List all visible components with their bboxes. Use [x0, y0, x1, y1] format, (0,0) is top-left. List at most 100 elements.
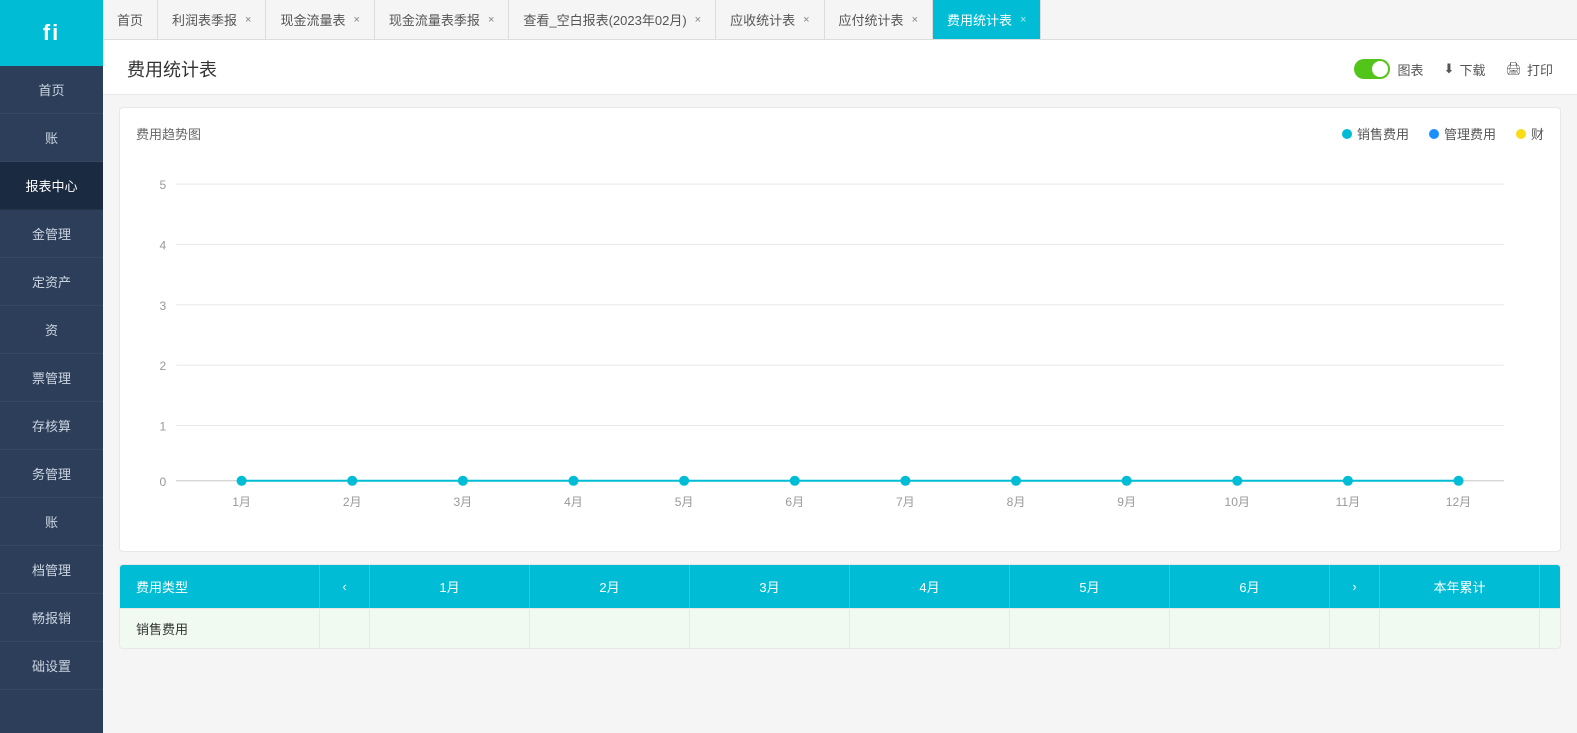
- chart-legend: 销售费用 管理费用 财: [1342, 124, 1544, 143]
- main-content: 首页 利润表季报 × 现金流量表 × 现金流量表季报 × 查看_空白报表(202…: [103, 0, 1577, 733]
- chart-title: 费用趋势图: [136, 124, 201, 143]
- download-icon: ⬇: [1444, 61, 1455, 77]
- td-expense-type: 销售费用: [120, 609, 320, 648]
- print-button[interactable]: 🖨 打印: [1505, 60, 1553, 79]
- svg-text:3: 3: [159, 299, 166, 313]
- tab-expense-stats[interactable]: 费用统计表 ×: [933, 0, 1041, 40]
- th-may: 5月: [1010, 565, 1170, 608]
- svg-text:2月: 2月: [343, 495, 362, 509]
- tab-receivable[interactable]: 应收统计表 ×: [716, 0, 824, 40]
- sidebar-item-cash[interactable]: 金管理: [0, 210, 103, 258]
- svg-text:9月: 9月: [1117, 495, 1136, 509]
- svg-text:7月: 7月: [896, 495, 915, 509]
- close-tab-expense-stats[interactable]: ×: [1020, 14, 1026, 26]
- th-next[interactable]: ›: [1330, 565, 1380, 608]
- td-feb-val: [530, 609, 690, 648]
- tab-payable[interactable]: 应付统计表 ×: [825, 0, 933, 40]
- th-feb: 2月: [530, 565, 690, 608]
- svg-text:10月: 10月: [1225, 495, 1250, 509]
- td-yearly-val: [1380, 609, 1540, 648]
- td-mar-val: [690, 609, 850, 648]
- th-jun: 6月: [1170, 565, 1330, 608]
- svg-text:8月: 8月: [1007, 495, 1026, 509]
- svg-text:1月: 1月: [232, 495, 251, 509]
- legend-label-admin: 管理费用: [1444, 124, 1496, 143]
- legend-dot-sales: [1342, 129, 1352, 139]
- sidebar-item-settings[interactable]: 础设置: [0, 642, 103, 690]
- legend-label-finance: 财: [1531, 124, 1544, 143]
- td-next-val: [1330, 609, 1380, 648]
- sidebar-item-expense[interactable]: 畅报销: [0, 594, 103, 642]
- chart-toggle[interactable]: [1354, 59, 1390, 79]
- close-tab-income-quarter[interactable]: ×: [245, 14, 251, 26]
- th-apr: 4月: [850, 565, 1010, 608]
- svg-text:6月: 6月: [785, 495, 804, 509]
- chart-header: 费用趋势图 销售费用 管理费用 财: [136, 124, 1544, 143]
- th-yearly: 本年累计: [1380, 565, 1540, 608]
- tab-cashflow-quarter[interactable]: 现金流量表季报 ×: [375, 0, 509, 40]
- tab-income-quarter[interactable]: 利润表季报 ×: [158, 0, 266, 40]
- table-header-row: 费用类型 ‹ 1月 2月 3月 4月 5月 6月 › 本年累计: [120, 565, 1560, 608]
- chart-svg: 5 4 3 2 1 0: [136, 155, 1544, 535]
- sidebar: fi 首页 账 报表中心 金管理 定资产 资 票管理 存核算 务管理 账 档管理…: [0, 0, 103, 733]
- svg-text:5月: 5月: [675, 495, 694, 509]
- td-may-val: [1010, 609, 1170, 648]
- svg-text:11月: 11月: [1336, 495, 1361, 509]
- tab-bar: 首页 利润表季报 × 现金流量表 × 现金流量表季报 × 查看_空白报表(202…: [103, 0, 1577, 40]
- svg-text:5: 5: [159, 178, 166, 192]
- svg-text:0: 0: [159, 475, 166, 489]
- legend-sales: 销售费用: [1342, 124, 1409, 143]
- th-expense-type: 费用类型: [120, 565, 320, 608]
- legend-admin: 管理费用: [1429, 124, 1496, 143]
- download-button[interactable]: ⬇ 下载: [1444, 60, 1486, 79]
- sidebar-item-invoice[interactable]: 票管理: [0, 354, 103, 402]
- svg-text:1: 1: [159, 419, 166, 433]
- chart-container: 5 4 3 2 1 0: [136, 155, 1544, 535]
- data-table-section: 费用类型 ‹ 1月 2月 3月 4月 5月 6月 › 本年累计 销售费用: [119, 564, 1561, 649]
- svg-text:12月: 12月: [1446, 495, 1471, 509]
- close-tab-cashflow[interactable]: ×: [353, 14, 359, 26]
- sidebar-logo: fi: [0, 0, 103, 66]
- legend-finance: 财: [1516, 124, 1544, 143]
- th-mar: 3月: [690, 565, 850, 608]
- sidebar-item-ledger[interactable]: 账: [0, 498, 103, 546]
- chart-section: 费用趋势图 销售费用 管理费用 财: [119, 107, 1561, 552]
- legend-label-sales: 销售费用: [1357, 124, 1409, 143]
- header-actions: 图表 ⬇ 下载 🖨 打印: [1354, 59, 1553, 79]
- sidebar-item-home[interactable]: 首页: [0, 66, 103, 114]
- svg-text:2: 2: [159, 359, 166, 373]
- sidebar-item-archive[interactable]: 档管理: [0, 546, 103, 594]
- close-tab-blank-report[interactable]: ×: [695, 14, 701, 26]
- tab-home[interactable]: 首页: [103, 0, 158, 40]
- tab-cashflow[interactable]: 现金流量表 ×: [266, 0, 374, 40]
- td-jun-val: [1170, 609, 1330, 648]
- table-row: 销售费用: [120, 608, 1560, 648]
- sidebar-item-reports[interactable]: 报表中心: [0, 162, 103, 210]
- svg-text:4月: 4月: [564, 495, 583, 509]
- chart-toggle-wrap: 图表: [1354, 59, 1424, 79]
- legend-dot-admin: [1429, 129, 1439, 139]
- th-prev[interactable]: ‹: [320, 565, 370, 608]
- close-tab-cashflow-quarter[interactable]: ×: [488, 14, 494, 26]
- td-apr-val: [850, 609, 1010, 648]
- page-header: 费用统计表 图表 ⬇ 下载 🖨 打印: [103, 40, 1577, 95]
- close-tab-payable[interactable]: ×: [912, 14, 918, 26]
- print-icon: 🖨: [1505, 61, 1522, 77]
- tab-blank-report[interactable]: 查看_空白报表(2023年02月) ×: [509, 0, 716, 40]
- page-title: 费用统计表: [127, 56, 217, 82]
- legend-dot-finance: [1516, 129, 1526, 139]
- sidebar-item-capital[interactable]: 资: [0, 306, 103, 354]
- sidebar-item-inventory[interactable]: 存核算: [0, 402, 103, 450]
- sidebar-item-account[interactable]: 账: [0, 114, 103, 162]
- svg-text:4: 4: [159, 238, 166, 252]
- toggle-label: 图表: [1398, 60, 1424, 79]
- td-prev-val: [320, 609, 370, 648]
- svg-text:3月: 3月: [453, 495, 472, 509]
- content-area: 费用统计表 图表 ⬇ 下载 🖨 打印 费用趋势图: [103, 40, 1577, 733]
- td-jan-val: [370, 609, 530, 648]
- sidebar-item-assets[interactable]: 定资产: [0, 258, 103, 306]
- close-tab-receivable[interactable]: ×: [803, 14, 809, 26]
- th-jan: 1月: [370, 565, 530, 608]
- next-icon: ›: [1352, 579, 1356, 594]
- sidebar-item-service[interactable]: 务管理: [0, 450, 103, 498]
